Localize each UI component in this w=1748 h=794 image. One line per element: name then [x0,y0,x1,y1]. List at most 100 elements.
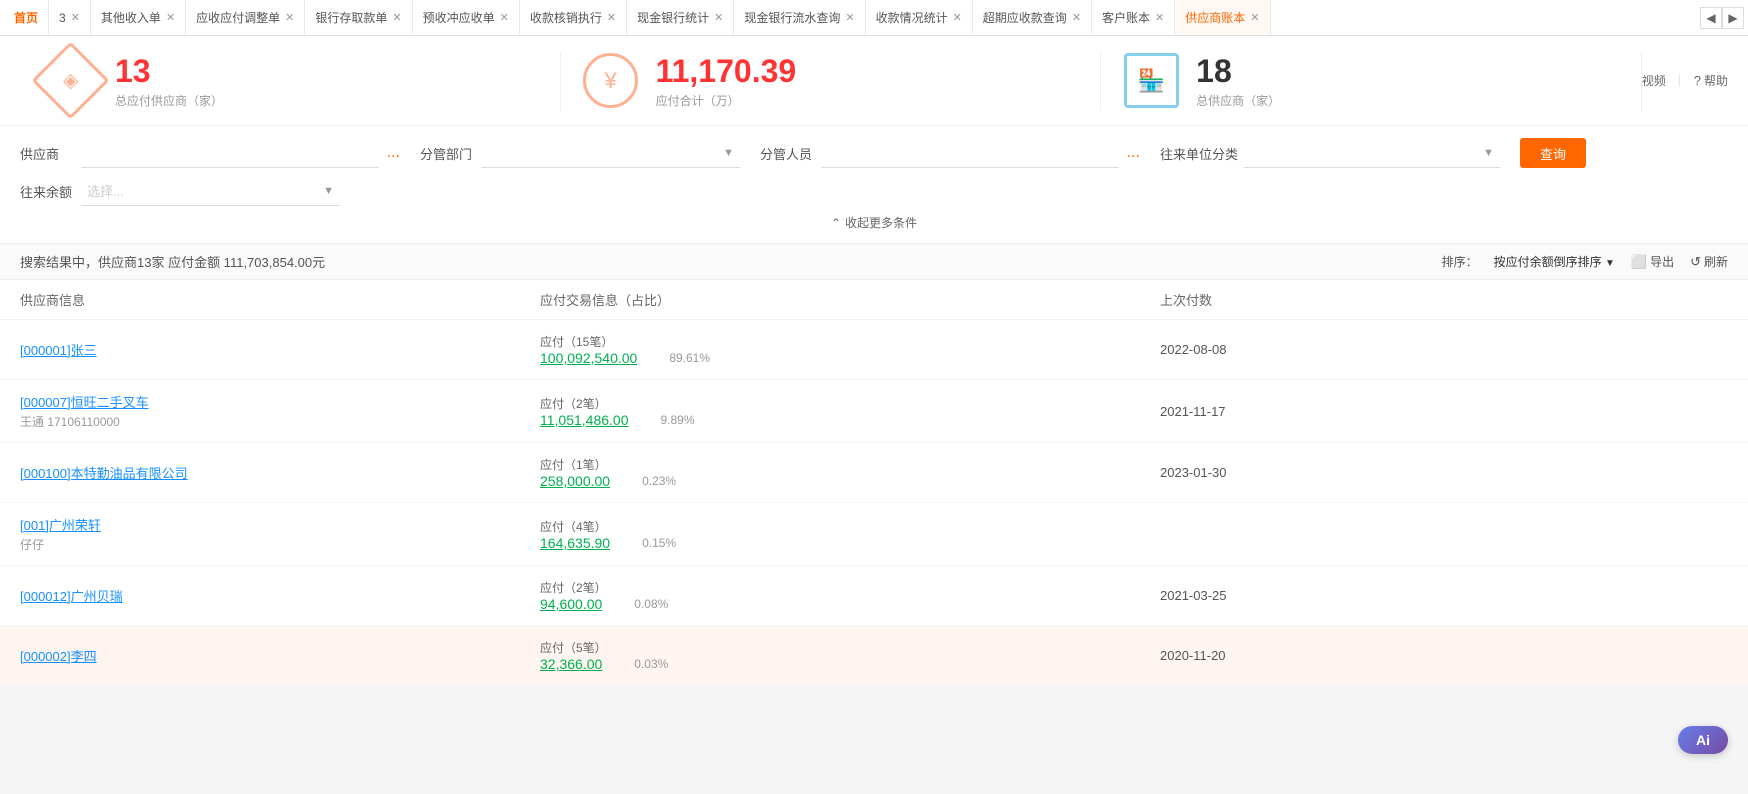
filter-person: 分管人员 ... [760,138,1140,168]
link-divider: ｜ [1674,72,1686,89]
nav-tab-supplier-book[interactable]: 供应商账本 ✕ [1175,0,1270,36]
ai-button[interactable]: Ai [1678,726,1728,754]
close-tab-overdue[interactable]: ✕ [1072,11,1081,24]
result-summary-text: 搜索结果中，供应商13家 应付金额 111,703,854.00元 [20,252,325,271]
row3-tx-percent: 0.23% [642,474,676,488]
help-link[interactable]: ? 帮助 [1694,72,1728,89]
nav-tab-collection[interactable]: 收款核销执行 ✕ [520,0,627,36]
row3-lastpay: 2023-01-30 [1160,465,1728,480]
row5-tx-amount[interactable]: 94,600.00 [540,596,602,612]
supplier-input[interactable] [81,138,379,168]
collapse-label: 收起更多条件 [845,214,917,231]
tab-other-income-label: 其他收入单 [101,9,161,26]
row4-tx-label: 应付（4笔） [540,518,1160,535]
row6-tx-amount[interactable]: 32,366.00 [540,656,602,672]
summary-info-2: 11,170.39 应付合计（万） [656,52,1081,109]
nav-tab-cash-flow[interactable]: 现金银行流水查询 ✕ [734,0,865,36]
sort-select[interactable]: 按应付余额倒序排序 ▼ [1494,253,1615,270]
nav-tab-payment-stats[interactable]: 收款情况统计 ✕ [866,0,973,36]
money-icon: ¥ [581,51,641,111]
row1-supplier: [000001]张三 [20,340,540,359]
table-body: [000001]张三 应付（15笔） 100,092,540.00 89.61%… [0,320,1748,686]
close-tab-other-income[interactable]: ✕ [166,11,175,24]
row5-supplier: [000012]广州贝瑞 [20,586,540,605]
row5-supplier-link[interactable]: [000012]广州贝瑞 [20,586,540,605]
nav-tab-customer-book[interactable]: 客户账本 ✕ [1092,0,1175,36]
summary-item-total-suppliers: 🏪 18 总供应商（家） [1101,51,1642,111]
row5-transactions: 应付（2笔） 94,600.00 0.08% [540,579,1160,612]
row3-transactions: 应付（1笔） 258,000.00 0.23% [540,456,1160,489]
nav-tab-adjustment[interactable]: 应收应付调整单 ✕ [186,0,305,36]
sort-chevron-icon: ▼ [1605,258,1615,269]
category-filter-label: 往来单位分类 [1160,144,1238,163]
nav-tab-home[interactable]: 首页 [4,0,49,36]
export-button[interactable]: ⬜ 导出 [1631,253,1674,270]
row1-supplier-link[interactable]: [000001]张三 [20,340,540,359]
export-icon: ⬜ [1631,254,1647,270]
nav-tab-overdue[interactable]: 超期应收款查询 ✕ [973,0,1092,36]
close-tab-customer-book[interactable]: ✕ [1155,11,1164,24]
ai-button-label: Ai [1696,732,1710,748]
nav-tab-other-income[interactable]: 其他收入单 ✕ [91,0,186,36]
row1-lastpay-date: 2022-08-08 [1160,342,1227,357]
refresh-label: 刷新 [1704,253,1728,270]
close-tab-supplier-book[interactable]: ✕ [1250,11,1259,24]
close-tab-collection[interactable]: ✕ [607,11,616,24]
row5-lastpay-date: 2021-03-25 [1160,588,1227,603]
store-icon: 🏪 [1121,51,1181,111]
dept-select[interactable]: ▼ [481,138,740,168]
collapse-filters-button[interactable]: ⌃ 收起更多条件 [20,214,1728,231]
close-tab-adjustment[interactable]: ✕ [285,11,294,24]
person-dots[interactable]: ... [1127,144,1140,162]
video-link[interactable]: 视频 [1642,72,1666,89]
row2-contact: 王通 17106110000 [20,413,540,430]
row2-tx-label: 应付（2笔） [540,395,1160,412]
tab-prepayment-label: 预收冲应收单 [423,9,495,26]
supplier-filter-label: 供应商 [20,144,75,163]
supplier-dots[interactable]: ... [387,144,400,162]
row6-supplier: [000002]李四 [20,646,540,665]
filter-category: 往来单位分类 ▼ [1160,138,1500,168]
balance-select[interactable]: 选择... ▼ [81,176,340,206]
row3-supplier: [000100]本特勤油品有限公司 [20,463,540,482]
filter-row-1: 供应商 ... 分管部门 ▼ 分管人员 ... 往来单位分类 ▼ 查询 [20,138,1728,168]
close-tab-payment-stats[interactable]: ✕ [953,11,962,24]
row3-supplier-link[interactable]: [000100]本特勤油品有限公司 [20,463,540,482]
export-label: 导出 [1650,253,1674,270]
row1-tx-amount[interactable]: 100,092,540.00 [540,350,637,366]
row2-supplier-link[interactable]: [000007]恒旺二手叉车 [20,392,540,411]
close-tab-cash-stats[interactable]: ✕ [714,11,723,24]
row4-supplier-link[interactable]: [001]广州荣轩 [20,515,540,534]
refresh-button[interactable]: ↺ 刷新 [1690,253,1728,270]
table-row: [000001]张三 应付（15笔） 100,092,540.00 89.61%… [0,320,1748,380]
nav-tab-cash-stats[interactable]: 现金银行统计 ✕ [627,0,734,36]
row2-lastpay: 2021-11-17 [1160,404,1728,419]
close-tab-prepayment[interactable]: ✕ [500,11,509,24]
row2-supplier: [000007]恒旺二手叉车 王通 17106110000 [20,392,540,430]
nav-tab-3[interactable]: 3 ✕ [49,0,91,36]
category-select[interactable]: ▼ [1244,138,1500,168]
close-tab-3[interactable]: ✕ [71,11,80,24]
query-button[interactable]: 查询 [1520,138,1586,168]
close-tab-bank[interactable]: ✕ [392,11,401,24]
person-input[interactable] [821,138,1119,168]
balance-placeholder: 选择... [87,181,124,200]
row2-tx-percent: 9.89% [661,413,695,427]
row3-tx-amount[interactable]: 258,000.00 [540,473,610,489]
nav-tab-prepayment[interactable]: 预收冲应收单 ✕ [413,0,520,36]
row6-supplier-link[interactable]: [000002]李四 [20,646,540,665]
row6-tx-label: 应付（5笔） [540,639,1160,656]
nav-tab-bank[interactable]: 银行存取款单 ✕ [305,0,412,36]
table-row: [000007]恒旺二手叉车 王通 17106110000 应付（2笔） 11,… [0,380,1748,443]
row4-tx-amount[interactable]: 164,635.90 [540,535,610,551]
tab-overdue-label: 超期应收款查询 [983,9,1067,26]
nav-next-arrow[interactable]: ▶ [1722,7,1744,29]
row2-tx-amount[interactable]: 11,051,486.00 [540,412,629,428]
close-tab-cash-flow[interactable]: ✕ [845,11,854,24]
nav-prev-arrow[interactable]: ◀ [1700,7,1722,29]
supplier-icon: ◈ [40,51,100,111]
row5-tx-label: 应付（2笔） [540,579,1160,596]
payable-suppliers-number: 13 [115,52,540,90]
row2-transactions: 应付（2笔） 11,051,486.00 9.89% [540,395,1160,428]
summary-item-total-payable: ¥ 11,170.39 应付合计（万） [561,51,1102,111]
